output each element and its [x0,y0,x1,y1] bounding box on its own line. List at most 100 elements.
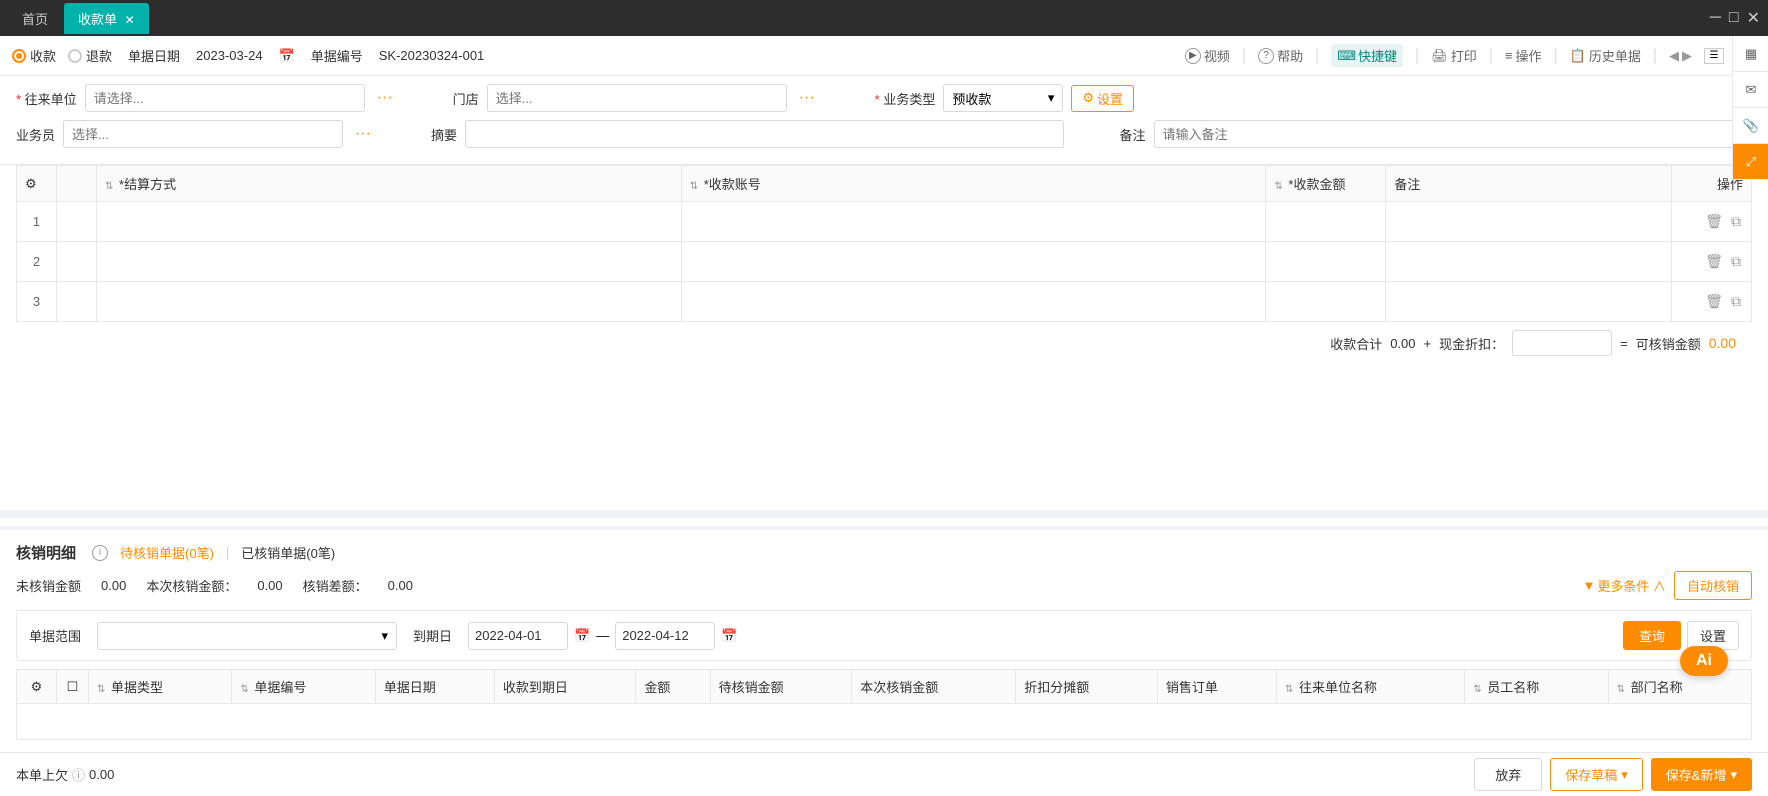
row-1-remark[interactable] [1386,202,1672,242]
row-3-copy-btn[interactable]: ⧉ [1729,291,1743,312]
verify-diff-label: 核销差额： [303,576,368,595]
row-1-amount[interactable] [1266,202,1386,242]
prev-icon[interactable]: ◀ [1669,48,1679,64]
plus-label: + [1424,336,1432,351]
calendar-icon[interactable]: 📅 [279,48,295,64]
calendar-from-icon[interactable]: 📅 [574,628,590,644]
bottom-col-billdate: 单据日期 [375,670,494,704]
payment-type-group: 收款 退款 [12,46,112,65]
salesperson-label: 业务员 [16,125,55,144]
close-tab-icon[interactable]: ✕ [125,13,135,27]
help-btn[interactable]: ? 帮助 [1258,46,1303,65]
bottom-col-checkbox[interactable]: ☐ [57,670,89,704]
verifiable-value: 0.00 [1709,335,1736,351]
counterpart-more-btn[interactable]: ··· [373,89,397,107]
row-1-delete-btn[interactable]: 🗑 [1703,211,1725,232]
minimize-icon[interactable]: ─ [1710,9,1721,27]
row-2-remark[interactable] [1386,242,1672,282]
table-section: ⚙ ⇅ *结算方式 ⇅ *收款账号 ⇅ *收款金额 备注 [0,165,1768,510]
print-btn[interactable]: 🖨 打印 [1431,46,1477,65]
sidebar-expand-icon[interactable]: ⤢ [1733,144,1768,180]
row-2-amount[interactable] [1266,242,1386,282]
salesperson-more-btn[interactable]: ··· [351,125,375,143]
sidebar-paperclip-icon[interactable]: 📎 [1733,108,1768,144]
date-to-input[interactable] [615,622,715,650]
maximize-icon[interactable]: □ [1729,9,1739,27]
summary-input[interactable] [465,120,1063,148]
verify-info-icon[interactable]: i [92,545,108,561]
range-select[interactable]: ▾ [97,622,397,650]
bottom-col-settings[interactable]: ⚙ [17,670,57,704]
history-btn[interactable]: 📋 历史单据 [1570,46,1641,65]
bottom-col-salesorder: 销售订单 [1157,670,1276,704]
unverified-label: 未核销金额 [16,576,81,595]
cash-discount-input[interactable] [1512,330,1612,356]
envelope-icon: ✉ [1746,82,1757,98]
date-from-input[interactable] [468,622,568,650]
row-2-delete-btn[interactable]: 🗑 [1703,251,1725,272]
tab-receipt[interactable]: 收款单 ✕ [64,3,149,34]
more-conditions-btn[interactable]: ▼ 更多条件 ∧ [1582,576,1666,595]
query-button[interactable]: 查询 [1623,621,1681,650]
bill-date-label: 单据日期 [128,46,180,65]
table-icon: ▦ [1745,46,1757,62]
business-type-select[interactable]: 预收款 ▾ [943,84,1063,112]
store-more-btn[interactable]: ··· [795,89,819,107]
settings-button[interactable]: ⚙ 设置 [1071,85,1134,112]
row-3-delete-btn[interactable]: 🗑 [1703,291,1725,312]
main-area: 收款 退款 单据日期 2023-03-24 📅 单据编号 SK-20230324… [0,36,1768,796]
col-settings-header[interactable]: ⚙ [17,166,57,202]
summary-label: 摘要 [431,125,457,144]
row-3-settlement[interactable] [97,282,682,322]
quickkey-label: 快捷键 [1358,46,1397,65]
bottom-col-department: ⇅ 部门名称 [1608,670,1751,704]
this-order-info-icon[interactable]: ⓘ [72,765,85,784]
row-3-account[interactable] [681,282,1266,322]
row-1-account[interactable] [681,202,1266,242]
col-remark-header: 备注 [1386,166,1672,202]
ai-badge[interactable]: Ai [1680,646,1728,676]
next-icon[interactable]: ▶ [1682,48,1692,64]
row-2-num: 2 [17,242,57,282]
counterpart-input[interactable] [85,84,365,112]
gear-icon: ⚙ [1082,90,1094,106]
store-input[interactable] [487,84,787,112]
save-new-dropdown-icon[interactable]: ▾ [1730,767,1737,783]
verified-tab[interactable]: 已核销单据(0笔) [241,543,335,562]
row-1-settlement[interactable] [97,202,682,242]
verify-header: 核销明细 i 待核销单据(0笔) | 已核销单据(0笔) [16,542,1752,563]
row-2-account[interactable] [681,242,1266,282]
auto-verify-button[interactable]: 自动核销 [1674,571,1752,600]
radio-collect[interactable]: 收款 [12,46,56,65]
remarks-input[interactable] [1154,120,1752,148]
sidebar-envelope-icon[interactable]: ✉ [1733,72,1768,108]
keyboard-icon: ⌨ [1337,48,1356,64]
close-window-icon[interactable]: ✕ [1747,8,1760,28]
row-2-copy-btn[interactable]: ⧉ [1729,251,1743,272]
abandon-button[interactable]: 放弃 [1474,758,1542,791]
row-3-amount[interactable] [1266,282,1386,322]
save-new-button[interactable]: 保存&新增 ▾ [1651,758,1752,791]
sidebar-table-icon[interactable]: ▦ [1733,36,1768,72]
salesperson-input[interactable] [63,120,343,148]
save-draft-button[interactable]: 保存草稿 ▾ [1550,758,1643,791]
calendar-to-icon[interactable]: 📅 [721,628,737,644]
current-verify-value: 0.00 [257,578,282,593]
list-layout-icon[interactable]: ☰ [1704,48,1724,64]
radio-refund[interactable]: 退款 [68,46,112,65]
tab-home[interactable]: 首页 [8,3,62,34]
unverified-value: 0.00 [101,578,126,593]
row-2-settlement[interactable] [97,242,682,282]
row-1-actions: 🗑 ⧉ [1672,202,1752,242]
pending-tab[interactable]: 待核销单据(0笔) [120,543,214,562]
footer-info: 本单上欠 ⓘ 0.00 [16,765,114,784]
save-draft-dropdown-icon[interactable]: ▾ [1621,767,1628,783]
right-sidebar: ▦ ✉ 📎 ⤢ [1732,36,1768,180]
row-1-copy-btn[interactable]: ⧉ [1729,211,1743,232]
divider3: | [1415,47,1419,65]
quickkey-btn[interactable]: ⌨ 快捷键 [1331,44,1403,67]
operations-btn[interactable]: ≡ 操作 [1505,46,1542,65]
video-btn[interactable]: ▶ 视频 [1185,46,1230,65]
row-3-remark[interactable] [1386,282,1672,322]
radio-collect-dot [12,49,26,63]
